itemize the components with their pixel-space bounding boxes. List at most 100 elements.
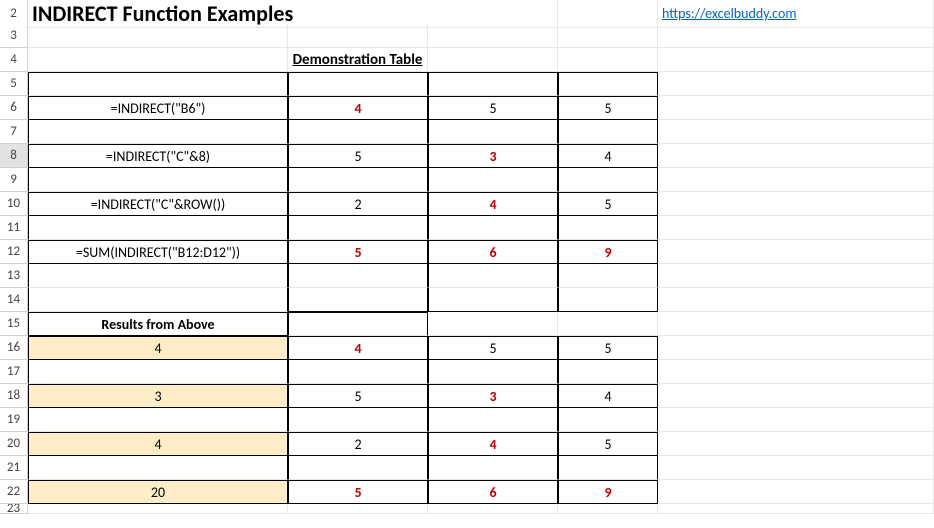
- empty-cell[interactable]: [288, 312, 428, 336]
- empty-cell[interactable]: [658, 456, 934, 480]
- empty-cell[interactable]: [28, 264, 288, 288]
- empty-cell[interactable]: [558, 48, 658, 72]
- empty-cell[interactable]: [428, 72, 558, 96]
- row-number[interactable]: 11: [0, 216, 28, 240]
- value-cell[interactable]: 9: [558, 480, 658, 504]
- empty-cell[interactable]: [428, 360, 558, 384]
- empty-cell[interactable]: [428, 120, 558, 144]
- formula-cell[interactable]: =INDIRECT("C"&ROW()): [28, 192, 288, 216]
- empty-cell[interactable]: [288, 264, 428, 288]
- formula-cell[interactable]: =SUM(INDIRECT("B12:D12")): [28, 240, 288, 264]
- row-number[interactable]: 14: [0, 288, 28, 312]
- value-cell[interactable]: 4: [288, 96, 428, 120]
- empty-cell[interactable]: [658, 96, 934, 120]
- result-cell[interactable]: 4: [28, 336, 288, 360]
- value-cell[interactable]: 5: [558, 336, 658, 360]
- row-number[interactable]: 7: [0, 120, 28, 144]
- value-cell[interactable]: 4: [428, 192, 558, 216]
- row-number[interactable]: 16: [0, 336, 28, 360]
- empty-cell[interactable]: [658, 264, 934, 288]
- result-cell[interactable]: 3: [28, 384, 288, 408]
- value-cell[interactable]: 4: [288, 336, 428, 360]
- empty-cell[interactable]: [428, 216, 558, 240]
- empty-cell[interactable]: [28, 360, 288, 384]
- value-cell[interactable]: 5: [428, 336, 558, 360]
- empty-cell[interactable]: [658, 288, 934, 312]
- empty-cell[interactable]: [558, 168, 658, 192]
- spreadsheet-grid[interactable]: 2 INDIRECT Function Examples https://exc…: [0, 0, 934, 528]
- empty-cell[interactable]: [558, 24, 658, 48]
- empty-cell[interactable]: [288, 360, 428, 384]
- empty-cell[interactable]: [658, 72, 934, 96]
- empty-cell[interactable]: [658, 504, 934, 514]
- empty-cell[interactable]: [658, 312, 934, 336]
- result-cell[interactable]: 20: [28, 480, 288, 504]
- empty-cell[interactable]: [28, 72, 288, 96]
- value-cell[interactable]: 5: [558, 192, 658, 216]
- row-number[interactable]: 20: [0, 432, 28, 456]
- row-number[interactable]: 4: [0, 48, 28, 72]
- empty-cell[interactable]: [288, 456, 428, 480]
- empty-cell[interactable]: [288, 120, 428, 144]
- value-cell[interactable]: 5: [558, 432, 658, 456]
- empty-cell[interactable]: [428, 48, 558, 72]
- row-number[interactable]: 21: [0, 456, 28, 480]
- empty-cell[interactable]: [558, 456, 658, 480]
- row-number[interactable]: 17: [0, 360, 28, 384]
- row-number[interactable]: 19: [0, 408, 28, 432]
- empty-cell[interactable]: [288, 408, 428, 432]
- empty-cell[interactable]: [28, 120, 288, 144]
- empty-cell[interactable]: [658, 24, 934, 48]
- empty-cell[interactable]: [658, 240, 934, 264]
- empty-cell[interactable]: [558, 312, 658, 336]
- value-cell[interactable]: 3: [428, 384, 558, 408]
- empty-cell[interactable]: [428, 312, 558, 336]
- empty-cell[interactable]: [428, 456, 558, 480]
- empty-cell[interactable]: [428, 168, 558, 192]
- empty-cell[interactable]: [288, 72, 428, 96]
- row-number[interactable]: 23: [0, 504, 28, 514]
- value-cell[interactable]: 6: [428, 240, 558, 264]
- empty-cell[interactable]: [658, 144, 934, 168]
- value-cell[interactable]: 5: [288, 480, 428, 504]
- empty-cell[interactable]: [558, 72, 658, 96]
- value-cell[interactable]: 5: [288, 144, 428, 168]
- empty-cell[interactable]: [28, 216, 288, 240]
- value-cell[interactable]: 5: [288, 384, 428, 408]
- empty-cell[interactable]: [28, 288, 288, 312]
- empty-cell[interactable]: [558, 216, 658, 240]
- empty-cell[interactable]: [28, 504, 288, 514]
- value-cell[interactable]: 4: [558, 144, 658, 168]
- empty-cell[interactable]: [558, 264, 658, 288]
- empty-cell[interactable]: [288, 288, 428, 312]
- empty-cell[interactable]: [658, 168, 934, 192]
- empty-cell[interactable]: [658, 408, 934, 432]
- row-number[interactable]: 6: [0, 96, 28, 120]
- result-cell[interactable]: 4: [28, 432, 288, 456]
- row-number[interactable]: 8: [0, 144, 28, 168]
- empty-cell[interactable]: [658, 480, 934, 504]
- empty-cell[interactable]: [428, 264, 558, 288]
- empty-cell[interactable]: [658, 360, 934, 384]
- empty-cell[interactable]: [288, 168, 428, 192]
- value-cell[interactable]: 5: [288, 240, 428, 264]
- empty-cell[interactable]: [658, 216, 934, 240]
- formula-cell[interactable]: =INDIRECT("B6"): [28, 96, 288, 120]
- empty-cell[interactable]: [28, 24, 288, 48]
- empty-cell[interactable]: [288, 24, 428, 48]
- empty-cell[interactable]: [558, 504, 658, 514]
- empty-cell[interactable]: [28, 168, 288, 192]
- empty-cell[interactable]: [658, 192, 934, 216]
- value-cell[interactable]: 3: [428, 144, 558, 168]
- row-number[interactable]: 18: [0, 384, 28, 408]
- empty-cell[interactable]: [288, 216, 428, 240]
- empty-cell[interactable]: [658, 120, 934, 144]
- value-cell[interactable]: 9: [558, 240, 658, 264]
- empty-cell[interactable]: [558, 360, 658, 384]
- empty-cell[interactable]: [658, 432, 934, 456]
- formula-cell[interactable]: =INDIRECT("C"&8): [28, 144, 288, 168]
- row-number[interactable]: 15: [0, 312, 28, 336]
- value-cell[interactable]: 2: [288, 432, 428, 456]
- empty-cell[interactable]: [428, 408, 558, 432]
- empty-cell[interactable]: [28, 48, 288, 72]
